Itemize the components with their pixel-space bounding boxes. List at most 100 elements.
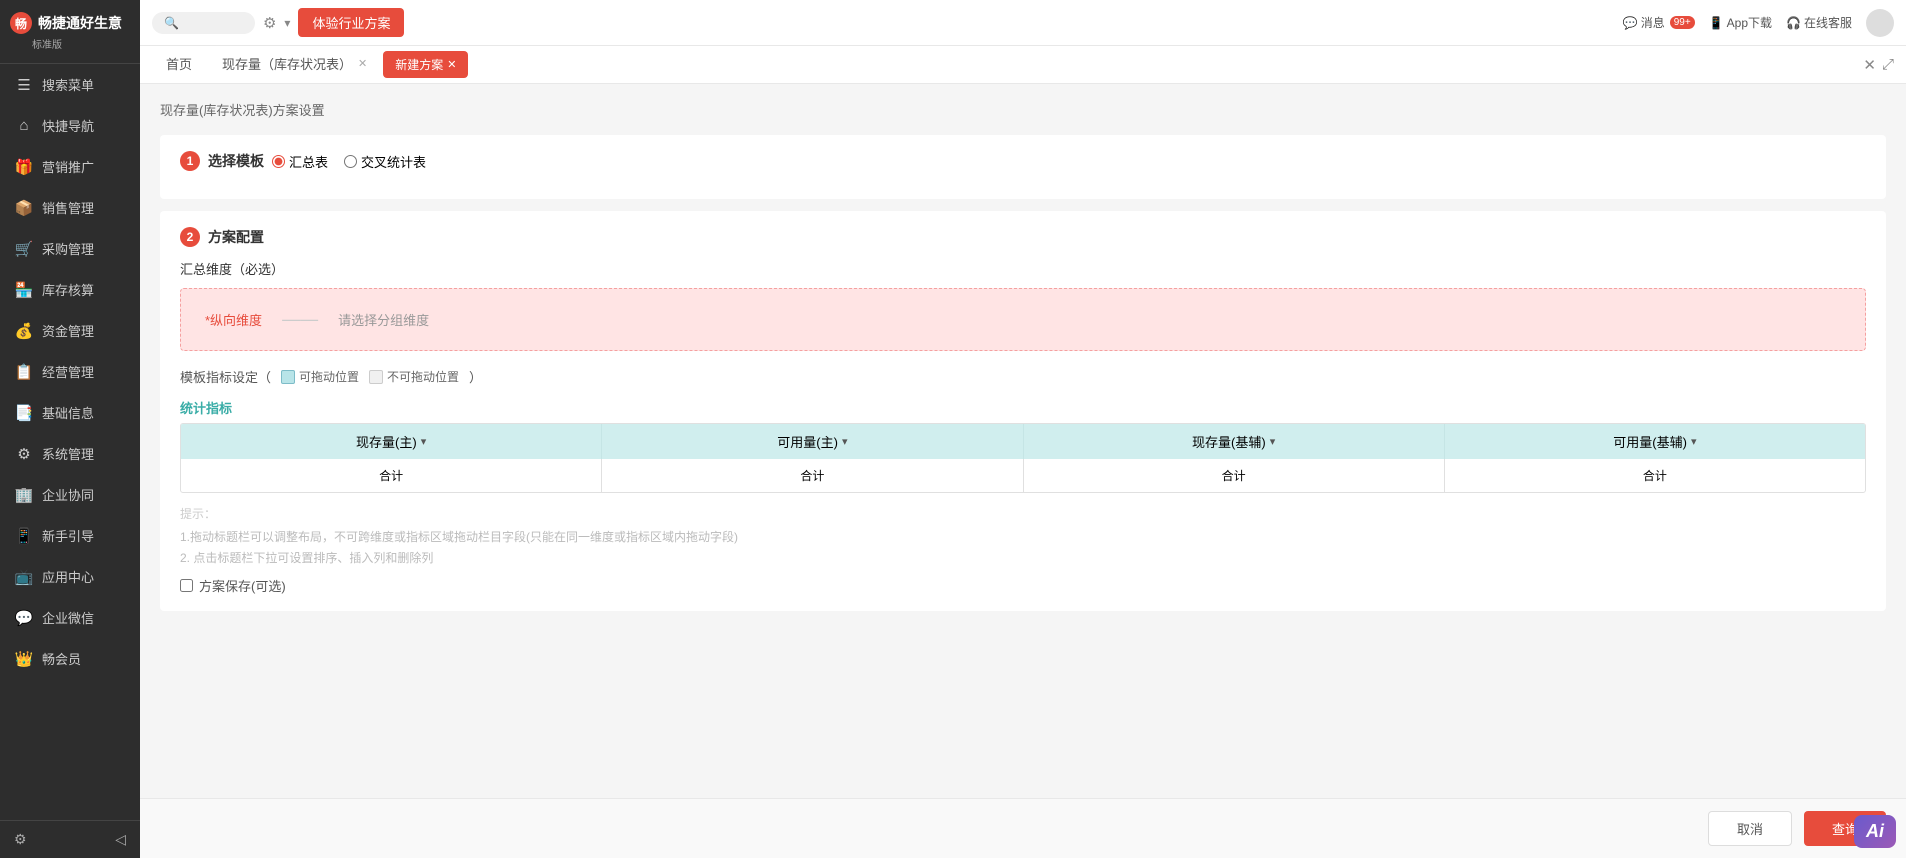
sidebar-item-system[interactable]: ⚙ 系统管理	[0, 433, 140, 474]
legend-movable-label: 可拖动位置	[299, 368, 359, 385]
chevron-down-icon-3[interactable]: ▾	[1691, 435, 1697, 448]
legend-movable: 可拖动位置	[281, 368, 359, 385]
chevron-down-icon-0[interactable]: ▾	[421, 435, 427, 448]
wechat-icon: 💬	[14, 609, 34, 627]
sidebar-item-search[interactable]: ☰ 搜索菜单	[0, 64, 140, 105]
step1-section: 1 选择模板 汇总表 交叉统计表	[160, 135, 1886, 199]
topbar-right: 💬 消息 99+ 📱 App下载 🎧 在线客服	[1623, 9, 1894, 37]
online-service-button[interactable]: 🎧 在线客服	[1786, 14, 1852, 31]
sidebar-item-sales[interactable]: 📦 销售管理	[0, 187, 140, 228]
finance-icon: 💰	[14, 322, 34, 340]
step2-label: 方案配置	[208, 227, 264, 247]
search-icon: ☰	[14, 76, 34, 94]
system-icon: ⚙	[14, 445, 34, 463]
movable-box	[281, 370, 295, 384]
ai-badge[interactable]: Ai	[1854, 815, 1896, 848]
page-title: 现存量(库存状况表)方案设置	[160, 100, 1886, 119]
sidebar-item-member[interactable]: 👑 畅会员	[0, 638, 140, 679]
chevron-down-icon-2[interactable]: ▾	[1270, 435, 1276, 448]
page-content: 现存量(库存状况表)方案设置 1 选择模板 汇总表 交叉统计表	[140, 84, 1906, 798]
stat-summary-0: 合计	[379, 469, 403, 483]
topbar-left: 🔍 ⚙ ▾ 体验行业方案	[152, 8, 1615, 37]
radio-summary[interactable]: 汇总表	[272, 152, 328, 171]
radio-summary-label: 汇总表	[289, 152, 328, 171]
sidebar-item-label: 企业协同	[42, 485, 94, 504]
sidebar-item-operation[interactable]: 📋 经营管理	[0, 351, 140, 392]
gear-icon[interactable]: ⚙	[263, 14, 276, 32]
sidebar-item-finance[interactable]: 💰 资金管理	[0, 310, 140, 351]
col-header-3[interactable]: 可用量(基辅) ▾	[1445, 424, 1865, 459]
basic-icon: 📑	[14, 404, 34, 422]
indicator-suffix: ）	[469, 367, 482, 386]
operation-icon: 📋	[14, 363, 34, 381]
enterprise-icon: 🏢	[14, 486, 34, 504]
sidebar: 畅 畅捷通好生意 标准版 ☰ 搜索菜单 ⌂ 快捷导航 🎁 营销推广 📦 销售管理…	[0, 0, 140, 858]
stat-col-2: 合计	[1024, 459, 1445, 492]
cancel-button[interactable]: 取消	[1708, 811, 1792, 846]
sidebar-item-shortcut[interactable]: ⌂ 快捷导航	[0, 105, 140, 146]
settings-footer-icon[interactable]: ⚙	[14, 831, 27, 848]
search-box[interactable]: 🔍	[152, 12, 255, 34]
message-button[interactable]: 💬 消息 99+	[1623, 14, 1695, 31]
sidebar-item-label: 资金管理	[42, 321, 94, 340]
trial-button[interactable]: 体验行业方案	[298, 8, 404, 37]
col-header-2[interactable]: 现存量(基辅) ▾	[1024, 424, 1445, 459]
sidebar-item-purchase[interactable]: 🛒 采购管理	[0, 228, 140, 269]
tab-home-label: 首页	[166, 54, 192, 73]
purchase-icon: 🛒	[14, 240, 34, 258]
template-radio-group: 汇总表 交叉统计表	[272, 152, 426, 171]
sidebar-item-wechat[interactable]: 💬 企业微信	[0, 597, 140, 638]
sidebar-item-appstore[interactable]: 📺 应用中心	[0, 556, 140, 597]
legend-fixed-label: 不可拖动位置	[387, 368, 459, 385]
radio-cross-input[interactable]	[344, 155, 357, 168]
legend-fixed: 不可拖动位置	[369, 368, 459, 385]
step1-num: 1	[180, 151, 200, 171]
step2-header: 2 方案配置	[180, 227, 1866, 247]
col-header-0-label: 现存量(主)	[356, 432, 417, 451]
sidebar-item-enterprise[interactable]: 🏢 企业协同	[0, 474, 140, 515]
indicator-prefix: 模板指标设定（	[180, 367, 271, 386]
new-scheme-close[interactable]: ✕	[447, 58, 456, 71]
dimension-placeholder[interactable]: 请选择分组维度	[338, 310, 429, 329]
tab-inventory-close[interactable]: ✕	[358, 57, 367, 70]
dimension-area[interactable]: *纵向维度 —— 请选择分组维度	[180, 288, 1866, 351]
sidebar-item-basic[interactable]: 📑 基础信息	[0, 392, 140, 433]
radio-cross[interactable]: 交叉统计表	[344, 152, 426, 171]
search-input[interactable]	[183, 16, 243, 30]
app-download-button[interactable]: 📱 App下载	[1709, 14, 1772, 31]
radio-summary-input[interactable]	[272, 155, 285, 168]
tab-home[interactable]: 首页	[152, 46, 206, 83]
inventory-icon: 🏪	[14, 281, 34, 299]
stat-table-body: 合计 合计 合计 合计	[181, 459, 1865, 492]
message-label: 消息	[1641, 14, 1665, 31]
topbar-chevron[interactable]: ▾	[284, 16, 290, 30]
sidebar-item-newbie[interactable]: 📱 新手引导	[0, 515, 140, 556]
sidebar-item-label: 快捷导航	[42, 116, 94, 135]
sidebar-footer: ⚙ ◁	[0, 820, 140, 858]
col-header-1-label: 可用量(主)	[777, 432, 838, 451]
sidebar-item-inventory[interactable]: 🏪 库存核算	[0, 269, 140, 310]
col-header-0[interactable]: 现存量(主) ▾	[181, 424, 602, 459]
sidebar-item-marketing[interactable]: 🎁 营销推广	[0, 146, 140, 187]
fixed-box	[369, 370, 383, 384]
expand-tab-button[interactable]: ⤢	[1882, 56, 1894, 73]
tab-inventory-label: 现存量（库存状况表）	[222, 54, 352, 73]
sales-icon: 📦	[14, 199, 34, 217]
stat-summary-1: 合计	[800, 469, 824, 483]
collapse-icon[interactable]: ◁	[115, 831, 126, 848]
message-badge: 99+	[1670, 16, 1695, 29]
tab-inventory[interactable]: 现存量（库存状况表） ✕	[208, 46, 381, 83]
tabs-bar-right: ✕ ⤢	[1863, 56, 1894, 74]
chevron-down-icon-1[interactable]: ▾	[842, 435, 848, 448]
save-checkbox-input[interactable]	[180, 579, 193, 592]
app-name: 畅捷通好生意	[38, 13, 122, 33]
sidebar-item-label: 企业微信	[42, 608, 94, 627]
save-checkbox[interactable]: 方案保存(可选)	[180, 576, 1866, 595]
close-tab-button[interactable]: ✕	[1863, 56, 1876, 74]
step2-num: 2	[180, 227, 200, 247]
col-header-3-label: 可用量(基辅)	[1613, 432, 1687, 451]
new-scheme-tab[interactable]: 新建方案 ✕	[383, 51, 468, 78]
col-header-1[interactable]: 可用量(主) ▾	[602, 424, 1023, 459]
user-avatar[interactable]	[1866, 9, 1894, 37]
stat-col-0: 合计	[181, 459, 602, 492]
